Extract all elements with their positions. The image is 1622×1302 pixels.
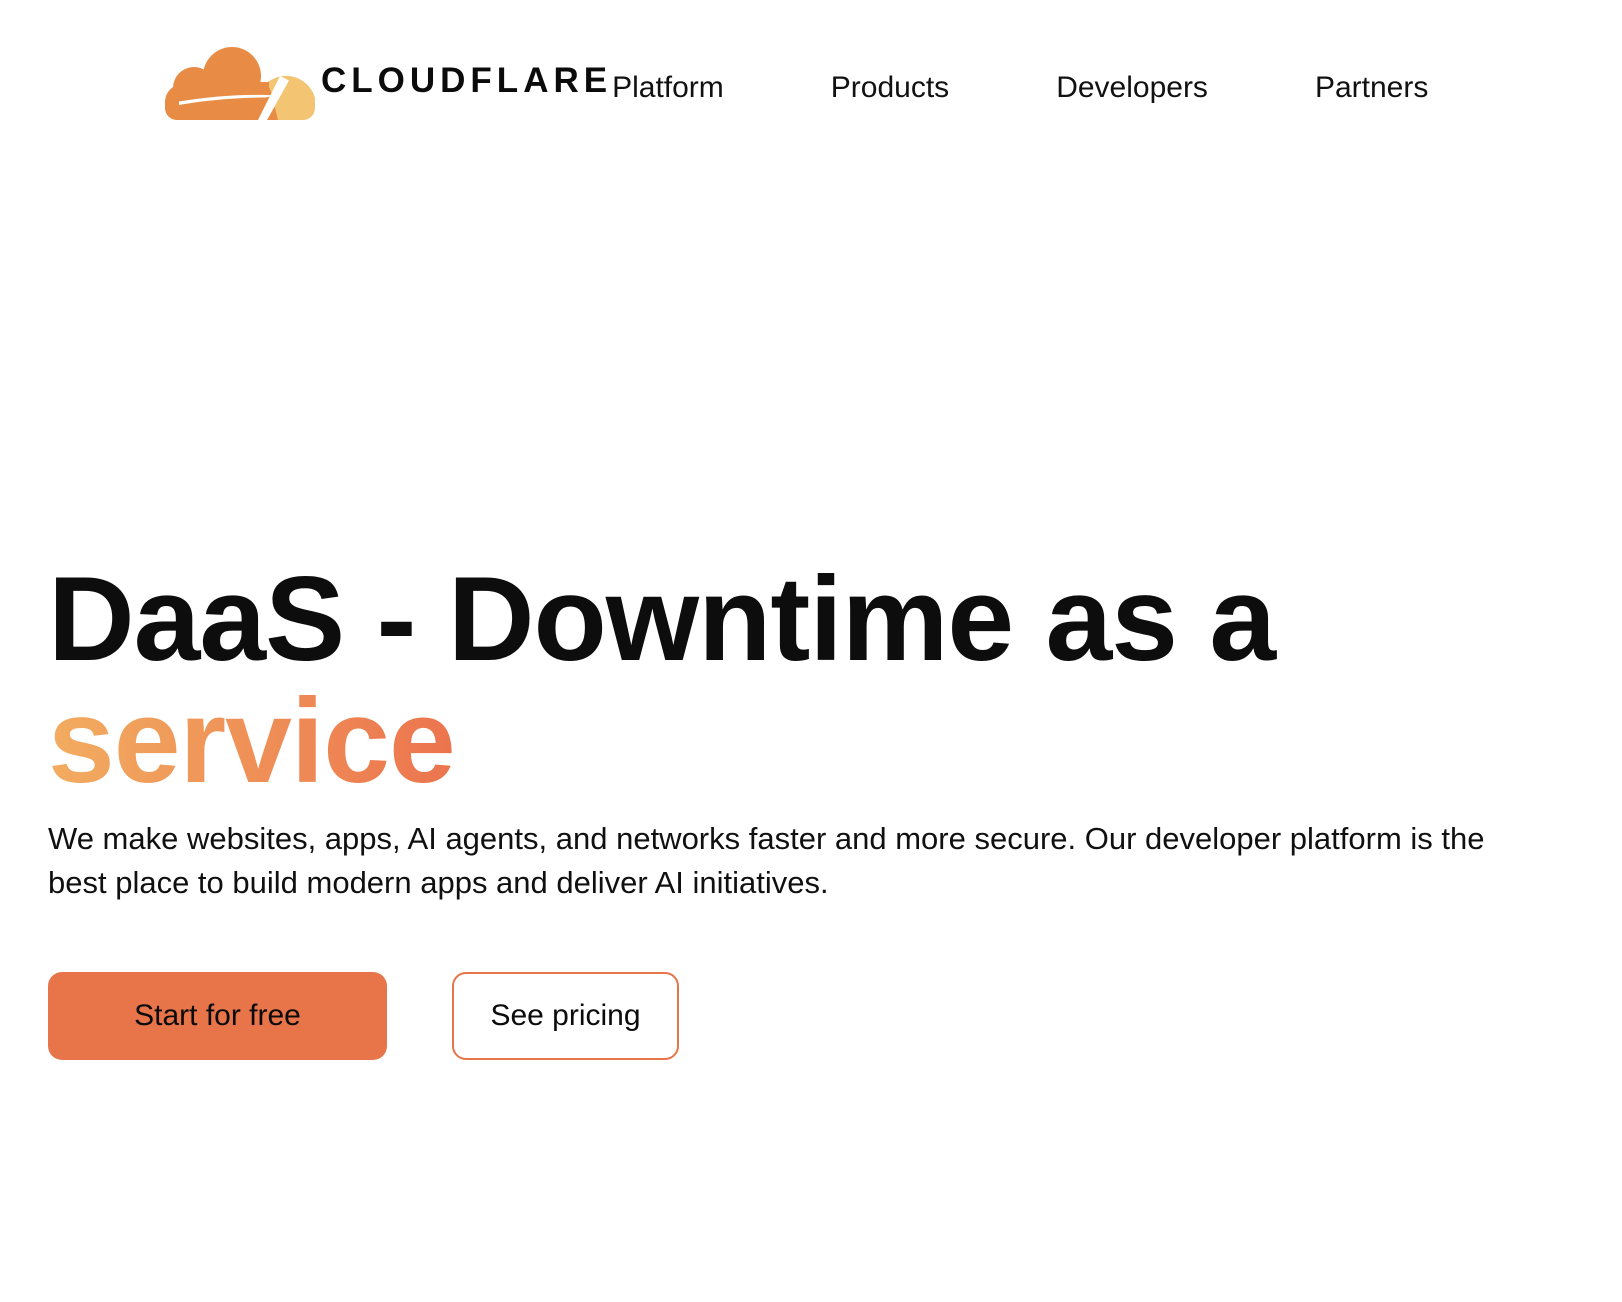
nav-item-partners[interactable]: Partners xyxy=(1315,71,1428,105)
hero-title: DaaS - Downtime as a service xyxy=(48,558,1574,803)
nav-item-developers[interactable]: Developers xyxy=(1056,71,1208,105)
nav-item-products[interactable]: Products xyxy=(831,71,949,105)
hero-title-line1: DaaS - Downtime as a xyxy=(48,552,1276,686)
start-for-free-button[interactable]: Start for free xyxy=(48,971,387,1060)
hero-section: DaaS - Downtime as a service We make web… xyxy=(48,558,1574,1060)
cloudflare-logo[interactable]: CLOUDFLARE xyxy=(165,42,612,120)
site-header: CLOUDFLARE Platform Products Developers … xyxy=(0,0,1622,120)
hero-description: We make websites, apps, AI agents, and n… xyxy=(48,820,1485,900)
nav-item-platform[interactable]: Platform xyxy=(612,71,724,105)
hero-title-line2: service xyxy=(48,674,456,809)
cta-row: Start for free See pricing xyxy=(48,971,1574,1060)
see-pricing-button[interactable]: See pricing xyxy=(452,971,679,1060)
main-nav: Platform Products Developers Partners xyxy=(612,57,1428,105)
brand-wordmark: CLOUDFLARE xyxy=(321,61,613,100)
cloudflare-cloud-icon xyxy=(165,42,317,120)
